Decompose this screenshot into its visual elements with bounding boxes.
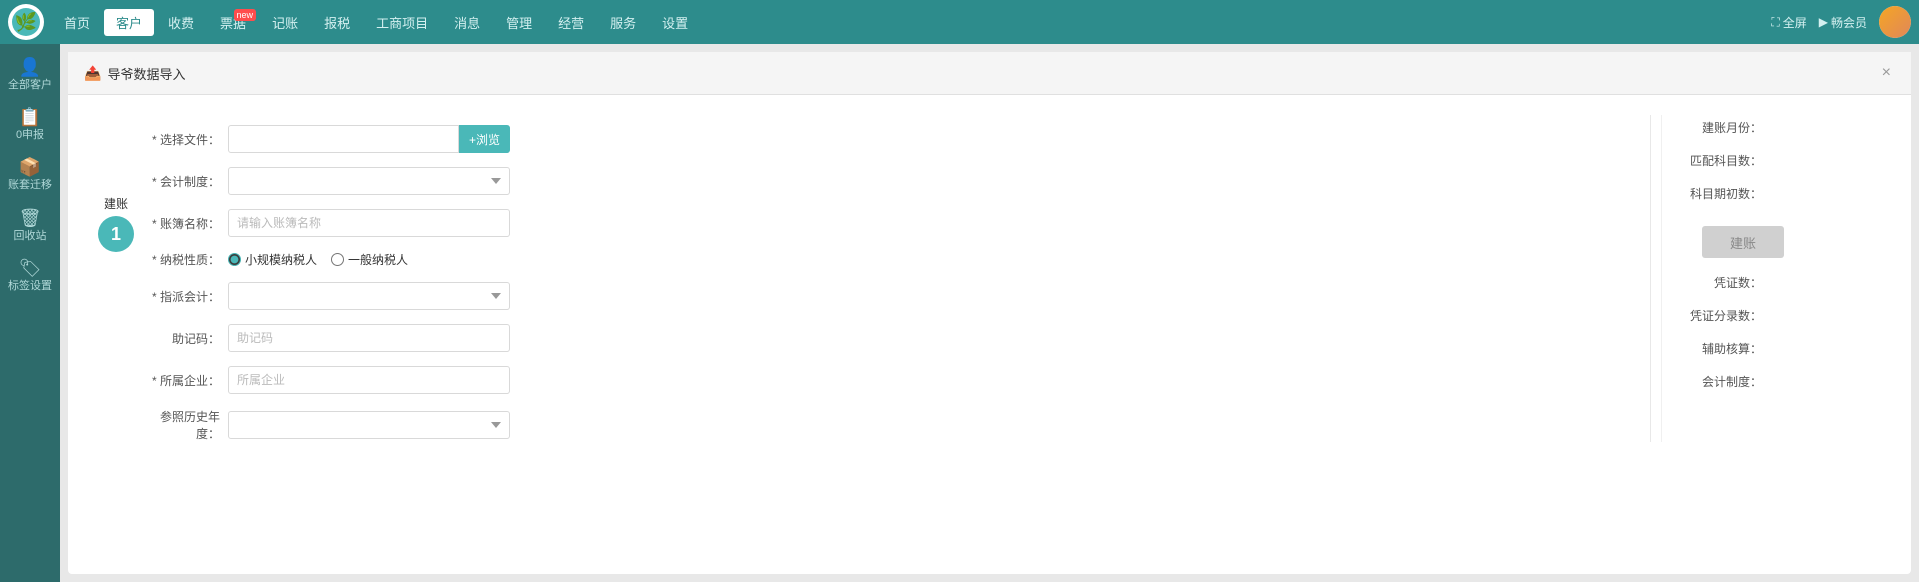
info-match-label: 匹配科目数： — [1682, 152, 1762, 169]
tax-option-small[interactable]: 小规模纳税人 — [228, 251, 317, 268]
member-button[interactable]: ▶ 畅会员 — [1819, 14, 1867, 31]
person-icon: 👤 — [19, 58, 41, 76]
info-voucher-label: 凭证数： — [1682, 274, 1762, 291]
top-nav-right: ⛶ 全屏 ▶ 畅会员 — [1771, 6, 1911, 38]
nav-item-settings[interactable]: 设置 — [650, 9, 700, 36]
sidebar-item-all-customers[interactable]: 👤 全部客户 — [0, 52, 60, 98]
nav-item-operations[interactable]: 经营 — [546, 9, 596, 36]
ledger-label: * 账簿名称： — [150, 215, 220, 232]
info-accounting-system-row: 会计制度： — [1682, 373, 1891, 390]
company-label: * 所属企业： — [150, 372, 220, 389]
fullscreen-icon: ⛶ — [1771, 15, 1779, 30]
file-label: * 选择文件： — [150, 131, 220, 148]
tax-label: * 纳税性质： — [150, 251, 220, 268]
nav-item-accounting[interactable]: 记账 — [260, 9, 310, 36]
nav-item-home[interactable]: 首页 — [52, 9, 102, 36]
info-voucher-records-row: 凭证分录数： — [1682, 307, 1891, 324]
ledger-input[interactable] — [228, 209, 510, 237]
history-label: 参照历史年度： — [150, 408, 220, 442]
nav-item-management[interactable]: 管理 — [494, 9, 544, 36]
nav-item-business[interactable]: 工商项目 — [364, 9, 440, 36]
logo-icon: 🌿 — [15, 12, 37, 33]
nav-item-services[interactable]: 服务 — [598, 9, 648, 36]
info-match-row: 匹配科目数： — [1682, 152, 1891, 169]
accounting-row: * 会计制度： — [150, 167, 510, 195]
main-layout: 👤 全部客户 📋 0申报 📦 账套迁移 🗑 回收站 🏷 标签设置 📤 导爷 — [0, 44, 1919, 582]
user-avatar[interactable] — [1879, 6, 1911, 38]
dialog-panel: 📤 导爷数据导入 × 建账 1 — [68, 52, 1911, 574]
accountant-row: * 指派会计： — [150, 282, 510, 310]
accounting-label: * 会计制度： — [150, 173, 220, 190]
nav-item-tickets[interactable]: 票据 new — [208, 9, 258, 36]
trash-icon: 🗑 — [19, 209, 42, 227]
content-area: 📤 导爷数据导入 × 建账 1 — [60, 44, 1919, 582]
file-row: * 选择文件： +浏览 — [150, 125, 510, 153]
history-row: 参照历史年度： — [150, 408, 510, 442]
member-icon: ▶ — [1819, 15, 1828, 29]
create-account-button[interactable]: 建账 — [1702, 226, 1784, 258]
new-badge: new — [234, 9, 257, 21]
nav-item-tax[interactable]: 报税 — [312, 9, 362, 36]
info-aux-label: 辅助核算： — [1682, 340, 1762, 357]
box-icon: 📦 — [19, 158, 41, 176]
nav-item-customers[interactable]: 客户 — [104, 9, 154, 36]
info-accounting-system-label: 会计制度： — [1682, 373, 1762, 390]
history-select[interactable] — [228, 411, 510, 439]
dialog-header: 📤 导爷数据导入 × — [68, 52, 1911, 95]
browse-button[interactable]: +浏览 — [459, 125, 510, 153]
sidebar-item-trash[interactable]: 🗑 回收站 — [0, 203, 60, 249]
sidebar: 👤 全部客户 📋 0申报 📦 账套迁移 🗑 回收站 🏷 标签设置 — [0, 44, 60, 582]
nav-item-fees[interactable]: 收费 — [156, 9, 206, 36]
dialog-title: 📤 导爷数据导入 — [84, 64, 185, 83]
info-month-row: 建账月份： — [1682, 119, 1891, 136]
close-button[interactable]: × — [1878, 62, 1895, 84]
vertical-divider — [1650, 115, 1651, 442]
ledger-row: * 账簿名称： — [150, 209, 510, 237]
accounting-select[interactable] — [228, 167, 510, 195]
upload-icon: 📤 — [84, 65, 101, 82]
sidebar-item-zero-declare[interactable]: 📋 0申报 — [0, 102, 60, 148]
company-input[interactable] — [228, 366, 510, 394]
info-section: 建账月份： 匹配科目数： 科目期初数： 建账 凭证数： — [1661, 115, 1911, 442]
info-aux-row: 辅助核算： — [1682, 340, 1891, 357]
info-voucher-records-label: 凭证分录数： — [1682, 307, 1762, 324]
info-period-row: 科目期初数： — [1682, 185, 1891, 202]
tax-radio-general[interactable] — [331, 253, 344, 266]
step-number-badge: 1 — [98, 216, 134, 252]
nav-menu: 首页 客户 收费 票据 new 记账 报税 工商项目 消息 管理 经营 服务 设… — [52, 9, 1771, 36]
fullscreen-button[interactable]: ⛶ 全屏 — [1771, 14, 1806, 31]
company-row: * 所属企业： — [150, 366, 510, 394]
sidebar-item-tag-settings[interactable]: 🏷 标签设置 — [0, 253, 60, 299]
memo-row: 助记码： — [150, 324, 510, 352]
avatar-image — [1879, 6, 1911, 38]
memo-input[interactable] — [228, 324, 510, 352]
app-logo[interactable]: 🌿 — [8, 4, 44, 40]
accountant-label: * 指派会计： — [150, 288, 220, 305]
dialog-body: 建账 1 * 选择文件： +浏览 — [68, 95, 1911, 462]
sidebar-item-account-migrate[interactable]: 📦 账套迁移 — [0, 152, 60, 198]
clipboard-icon: 📋 — [19, 108, 41, 126]
info-month-label: 建账月份： — [1682, 119, 1762, 136]
tax-radio-group: 小规模纳税人 一般纳税人 — [228, 251, 408, 268]
top-navigation: 🌿 首页 客户 收费 票据 new 记账 报税 工商项目 消息 管理 经营 服务… — [0, 0, 1919, 44]
file-input[interactable] — [228, 125, 459, 153]
info-voucher-row: 凭证数： — [1682, 274, 1891, 291]
tax-row: * 纳税性质： 小规模纳税人 一般纳税人 — [150, 251, 510, 268]
tax-option-general[interactable]: 一般纳税人 — [331, 251, 408, 268]
nav-item-messages[interactable]: 消息 — [442, 9, 492, 36]
info-period-label: 科目期初数： — [1682, 185, 1762, 202]
memo-label: 助记码： — [150, 330, 220, 347]
accountant-select[interactable] — [228, 282, 510, 310]
tag-icon: 🏷 — [19, 259, 42, 277]
step-label: 建账 — [104, 195, 128, 212]
tax-radio-small[interactable] — [228, 253, 241, 266]
